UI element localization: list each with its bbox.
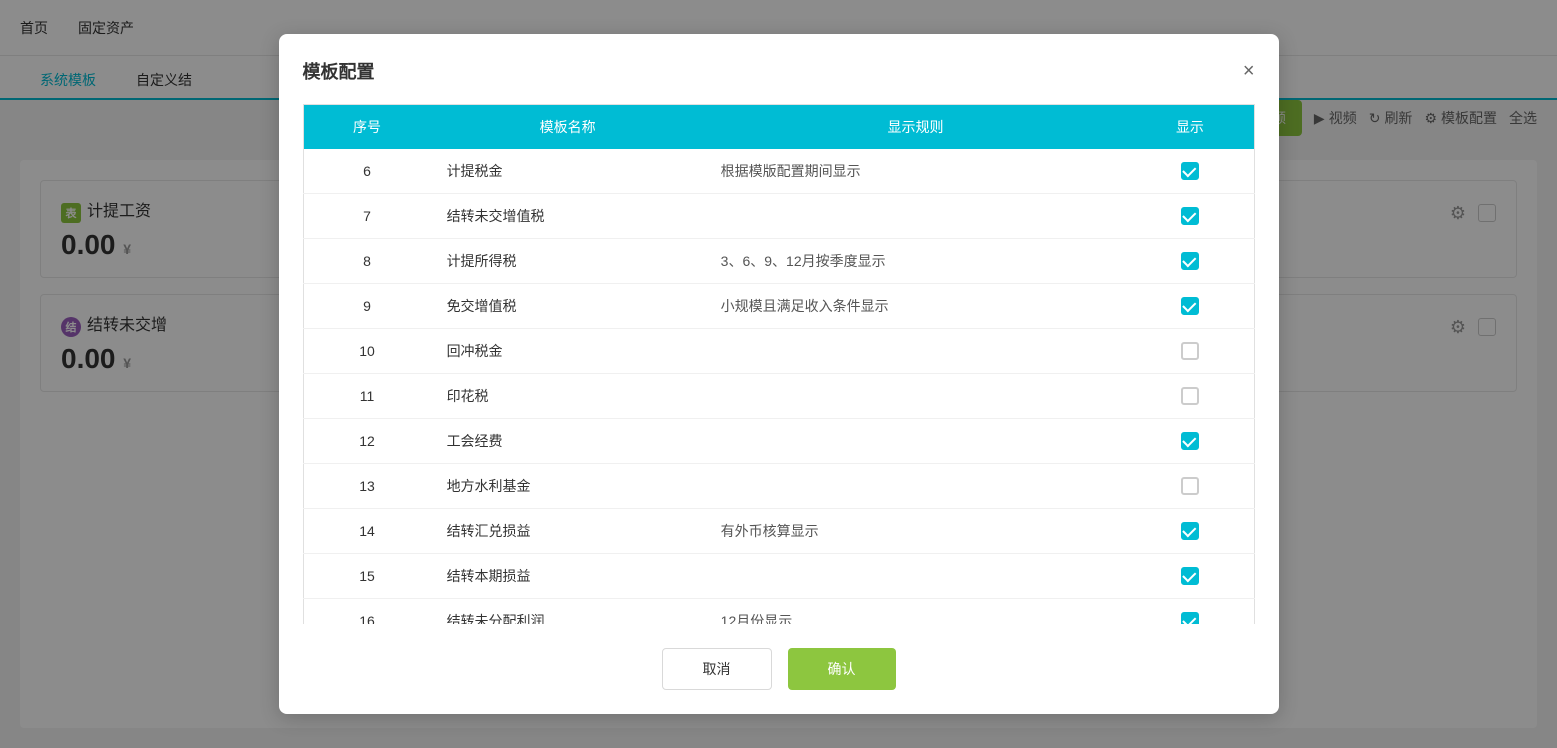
modal-title: 模板配置 (303, 58, 375, 84)
table-header-row: 序号 模板名称 显示规则 显示 (303, 105, 1254, 150)
checkbox-row-11[interactable] (1181, 387, 1199, 405)
table-row: 6计提税金根据模版配置期间显示 (303, 149, 1254, 194)
cell-display-rule: 小规模且满足收入条件显示 (705, 284, 1127, 329)
cell-display-rule: 根据模版配置期间显示 (705, 149, 1127, 194)
col-header-id: 序号 (303, 105, 431, 150)
checkbox-row-13[interactable] (1181, 477, 1199, 495)
config-table: 序号 模板名称 显示规则 显示 6计提税金根据模版配置期间显示7结转未交增值税8… (303, 104, 1255, 624)
cell-template-name: 印花税 (431, 374, 705, 419)
cell-display-rule: 3、6、9、12月按季度显示 (705, 239, 1127, 284)
cancel-button[interactable]: 取消 (662, 648, 772, 690)
cell-row-id: 10 (303, 329, 431, 374)
checkbox-row-6[interactable] (1181, 162, 1199, 180)
cell-template-name: 结转未分配利润 (431, 599, 705, 625)
cell-display-rule (705, 329, 1127, 374)
table-row: 16结转未分配利润12月份显示 (303, 599, 1254, 625)
table-row: 9免交增值税小规模且满足收入条件显示 (303, 284, 1254, 329)
cell-row-id: 16 (303, 599, 431, 625)
checkbox-row-12[interactable] (1181, 432, 1199, 450)
cell-display-rule (705, 374, 1127, 419)
cell-row-id: 15 (303, 554, 431, 599)
cell-display-rule (705, 554, 1127, 599)
table-row: 13地方水利基金 (303, 464, 1254, 509)
cell-display-rule (705, 194, 1127, 239)
table-row: 8计提所得税3、6、9、12月按季度显示 (303, 239, 1254, 284)
checkbox-row-16[interactable] (1181, 612, 1199, 624)
checkbox-row-15[interactable] (1181, 567, 1199, 585)
checkbox-row-9[interactable] (1181, 297, 1199, 315)
checkbox-row-10[interactable] (1181, 342, 1199, 360)
table-row: 15结转本期损益 (303, 554, 1254, 599)
cell-checkbox (1126, 329, 1254, 374)
cell-row-id: 6 (303, 149, 431, 194)
template-config-modal: 模板配置 × 序号 模板名称 显示规则 显示 6计提税金根据模版配置期间显示7结… (279, 34, 1279, 714)
table-row: 7结转未交增值税 (303, 194, 1254, 239)
cell-checkbox (1126, 509, 1254, 554)
col-header-display: 显示 (1126, 105, 1254, 150)
cell-template-name: 免交增值税 (431, 284, 705, 329)
table-row: 12工会经费 (303, 419, 1254, 464)
cell-display-rule: 有外币核算显示 (705, 509, 1127, 554)
cell-row-id: 7 (303, 194, 431, 239)
modal-header: 模板配置 × (303, 58, 1255, 84)
col-header-rule: 显示规则 (705, 105, 1127, 150)
cell-checkbox (1126, 464, 1254, 509)
cell-template-name: 计提税金 (431, 149, 705, 194)
cell-display-rule (705, 419, 1127, 464)
cell-display-rule (705, 464, 1127, 509)
cell-template-name: 工会经费 (431, 419, 705, 464)
cell-template-name: 结转本期损益 (431, 554, 705, 599)
cell-template-name: 地方水利基金 (431, 464, 705, 509)
cell-row-id: 11 (303, 374, 431, 419)
cell-checkbox (1126, 149, 1254, 194)
checkbox-row-14[interactable] (1181, 522, 1199, 540)
cell-checkbox (1126, 284, 1254, 329)
table-row: 14结转汇兑损益有外币核算显示 (303, 509, 1254, 554)
modal-close-button[interactable]: × (1243, 61, 1255, 81)
cell-checkbox (1126, 194, 1254, 239)
checkbox-row-7[interactable] (1181, 207, 1199, 225)
cell-row-id: 12 (303, 419, 431, 464)
cell-checkbox (1126, 599, 1254, 625)
cell-checkbox (1126, 239, 1254, 284)
confirm-button[interactable]: 确认 (788, 648, 896, 690)
cell-template-name: 回冲税金 (431, 329, 705, 374)
cell-checkbox (1126, 374, 1254, 419)
col-header-name: 模板名称 (431, 105, 705, 150)
cell-display-rule: 12月份显示 (705, 599, 1127, 625)
cell-template-name: 结转未交增值税 (431, 194, 705, 239)
cell-template-name: 计提所得税 (431, 239, 705, 284)
table-wrapper: 序号 模板名称 显示规则 显示 6计提税金根据模版配置期间显示7结转未交增值税8… (303, 104, 1255, 624)
cell-row-id: 14 (303, 509, 431, 554)
checkbox-row-8[interactable] (1181, 252, 1199, 270)
cell-row-id: 9 (303, 284, 431, 329)
cell-checkbox (1126, 554, 1254, 599)
cell-checkbox (1126, 419, 1254, 464)
table-row: 10回冲税金 (303, 329, 1254, 374)
cell-template-name: 结转汇兑损益 (431, 509, 705, 554)
modal-footer: 取消 确认 (303, 648, 1255, 690)
cell-row-id: 13 (303, 464, 431, 509)
cell-row-id: 8 (303, 239, 431, 284)
table-row: 11印花税 (303, 374, 1254, 419)
